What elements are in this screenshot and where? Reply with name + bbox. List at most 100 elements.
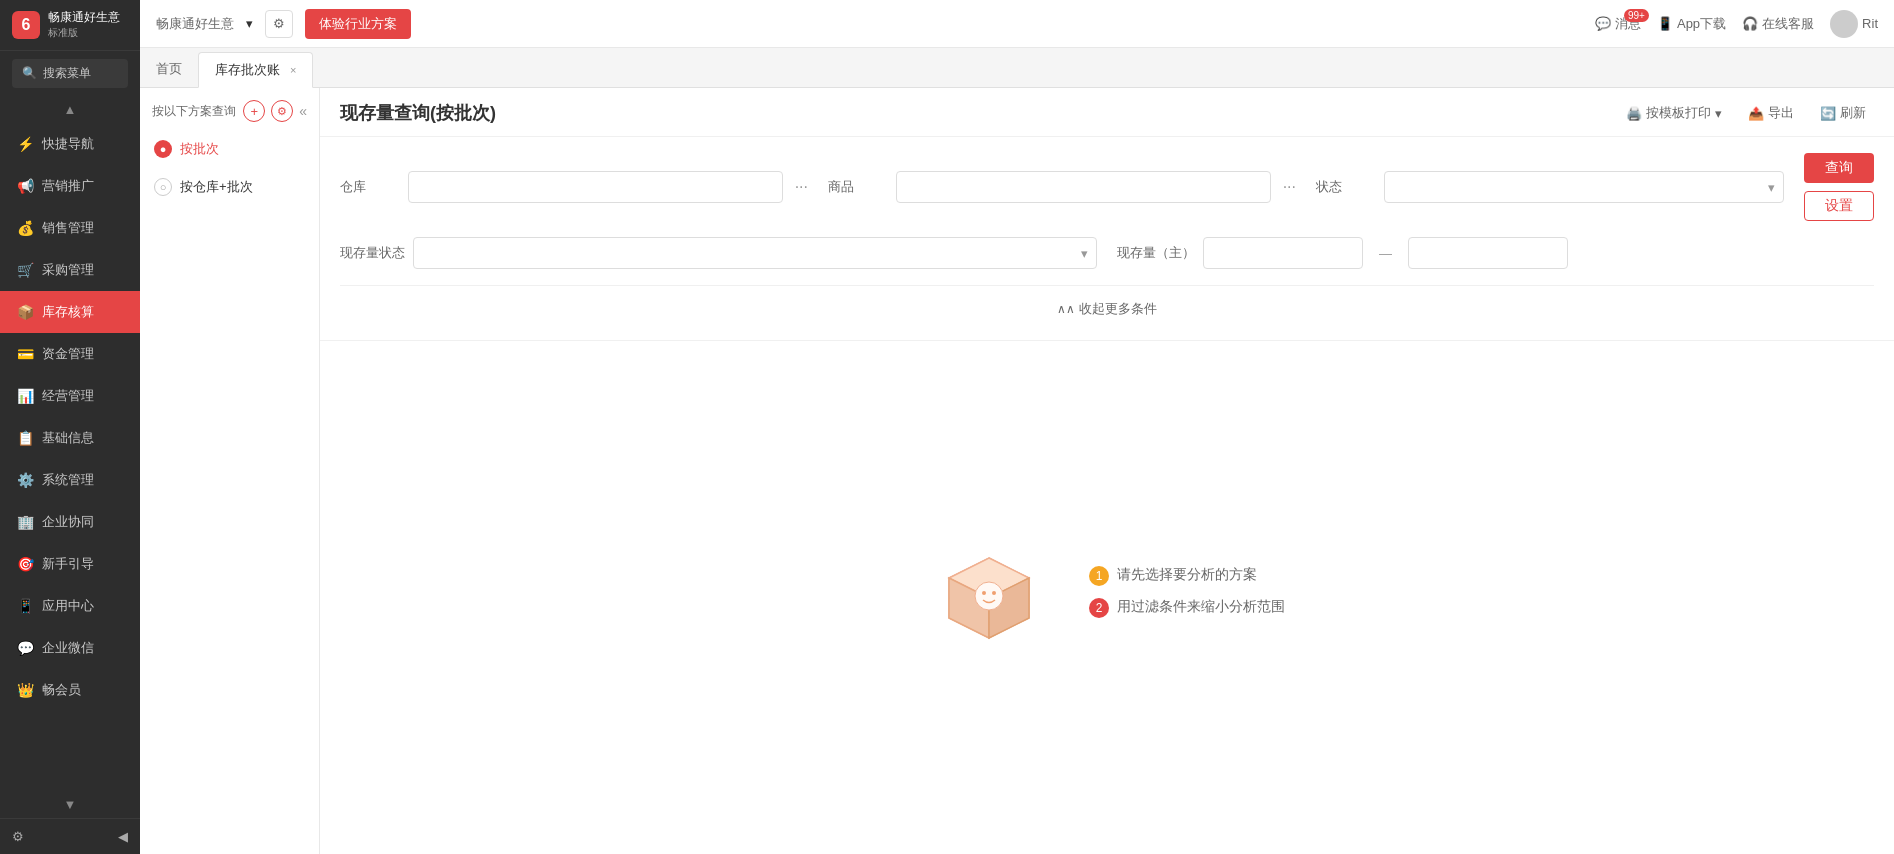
export-button[interactable]: 📤 导出 [1740, 100, 1802, 126]
sidebar-item-system[interactable]: ⚙️ 系统管理 [0, 459, 140, 501]
sidebar-item-operations[interactable]: 📊 经营管理 [0, 375, 140, 417]
print-icon: 🖨️ [1626, 106, 1642, 121]
phone-icon: 📱 [1657, 16, 1673, 31]
page-header: 现存量查询(按批次) 🖨️ 按模板打印 ▾ 📤 导出 🔄 [320, 88, 1894, 137]
collapse-arrows-icon: ∧∧ [1057, 302, 1075, 316]
left-panel: 按以下方案查询 + ⚙ « [140, 88, 320, 854]
sidebar-scroll-down[interactable]: ▼ [0, 793, 140, 816]
filter-row-1: 仓库 ··· 商品 ··· 状态 [340, 153, 1874, 221]
sidebar-nav: ⚡ 快捷导航 📢 营销推广 💰 销售管理 🛒 采购管理 📦 库存核算 💳 [0, 123, 140, 791]
sidebar-item-wechat[interactable]: 💬 企业微信 [0, 627, 140, 669]
main-area: 畅康通好生意 ▾ ⚙ 体验行业方案 💬 消息 99+ 📱 App下载 [140, 0, 1894, 854]
tab-inventory-batch[interactable]: 库存批次账 × [198, 52, 313, 88]
refresh-label: 刷新 [1840, 104, 1866, 122]
svg-point-6 [992, 591, 996, 595]
left-panel-header: 按以下方案查询 + ⚙ « [140, 88, 319, 130]
empty-tips: 1 请先选择要分析的方案 2 用过滤条件来缩小分析范围 [1089, 566, 1285, 630]
sidebar-item-sales[interactable]: 💰 销售管理 [0, 207, 140, 249]
print-template-button[interactable]: 🖨️ 按模板打印 ▾ [1618, 100, 1730, 126]
sidebar-item-enterprise[interactable]: 🏢 企业协同 [0, 501, 140, 543]
scheme-item-by-warehouse-batch[interactable]: ○ 按仓库+批次 [140, 168, 319, 206]
sidebar-footer: ⚙ ◀ [0, 818, 140, 854]
app-download-button[interactable]: 📱 App下载 [1657, 15, 1726, 33]
settings-icon: ⚙ [277, 105, 287, 118]
headset-icon: 🎧 [1742, 16, 1758, 31]
sidebar-item-basics[interactable]: 📋 基础信息 [0, 417, 140, 459]
user-avatar [1830, 10, 1858, 38]
query-button[interactable]: 查询 [1804, 153, 1874, 183]
left-panel-title: 按以下方案查询 [152, 103, 236, 120]
user-avatar-button[interactable]: Rit [1830, 10, 1878, 38]
sidebar-item-purchase[interactable]: 🛒 采购管理 [0, 249, 140, 291]
product-more-dots[interactable]: ··· [1283, 178, 1296, 196]
tab-home[interactable]: 首页 [140, 51, 198, 87]
sidebar-item-marketing[interactable]: 📢 营销推广 [0, 165, 140, 207]
tip-text-2: 用过滤条件来缩小分析范围 [1117, 598, 1285, 616]
sidebar-item-label: 基础信息 [42, 429, 94, 447]
sidebar-item-label: 快捷导航 [42, 135, 94, 153]
messages-button[interactable]: 💬 消息 99+ [1595, 15, 1641, 33]
collapse-panel-button[interactable]: « [299, 103, 307, 119]
settings-scheme-button[interactable]: ⚙ [271, 100, 293, 122]
online-service-label: 在线客服 [1762, 15, 1814, 33]
inventory-qty-max-input[interactable] [1408, 237, 1568, 269]
inventory-qty-min-input[interactable] [1203, 237, 1363, 269]
search-menu-button[interactable]: 🔍 搜索菜单 [12, 59, 128, 88]
topbar-gear-button[interactable]: ⚙ [265, 10, 293, 38]
sidebar-item-label: 企业协同 [42, 513, 94, 531]
empty-tip-2: 2 用过滤条件来缩小分析范围 [1089, 598, 1285, 618]
empty-tip-1: 1 请先选择要分析的方案 [1089, 566, 1285, 586]
left-panel-items: ● 按批次 ○ 按仓库+批次 [140, 130, 319, 854]
page-header-actions: 🖨️ 按模板打印 ▾ 📤 导出 🔄 刷新 [1618, 100, 1874, 126]
sidebar-scroll-up[interactable]: ▲ [0, 98, 140, 121]
status-filter-select[interactable]: ▾ [1384, 171, 1784, 203]
print-dropdown-icon: ▾ [1715, 106, 1722, 121]
basics-icon: 📋 [16, 429, 34, 447]
sidebar-item-newbie[interactable]: 🎯 新手引导 [0, 543, 140, 585]
tab-close-icon[interactable]: × [290, 64, 296, 76]
tab-inventory-batch-label: 库存批次账 [215, 61, 280, 79]
product-filter-group: 商品 ··· [828, 171, 1296, 203]
online-service-button[interactable]: 🎧 在线客服 [1742, 15, 1814, 33]
sidebar-item-label: 畅会员 [42, 681, 81, 699]
product-filter-input[interactable] [896, 171, 1271, 203]
sidebar-settings-button[interactable]: ⚙ [12, 829, 24, 844]
status-filter-label: 状态 [1316, 178, 1376, 196]
topbar-dropdown[interactable]: ▾ [246, 16, 253, 31]
wechat-icon: 💬 [16, 639, 34, 657]
refresh-button[interactable]: 🔄 刷新 [1812, 100, 1874, 126]
filter-area: 仓库 ··· 商品 ··· 状态 [320, 137, 1894, 341]
scheme-item-label: 按仓库+批次 [180, 178, 253, 196]
settings-button[interactable]: 设置 [1804, 191, 1874, 221]
left-panel-actions: + ⚙ [243, 100, 293, 122]
inventory-status-arrow: ▾ [1081, 246, 1088, 261]
sidebar-search-area: 🔍 搜索菜单 [0, 51, 140, 96]
export-icon: 📤 [1748, 106, 1764, 121]
empty-state-icon [929, 538, 1049, 658]
warehouse-filter-input[interactable] [408, 171, 783, 203]
sidebar-item-quick-nav[interactable]: ⚡ 快捷导航 [0, 123, 140, 165]
inventory-qty-filter-group: 现存量（主） — [1117, 237, 1874, 269]
operations-icon: 📊 [16, 387, 34, 405]
sidebar-collapse-button[interactable]: ◀ [118, 829, 128, 844]
inventory-status-label: 现存量状态 [340, 244, 405, 262]
sidebar-item-inventory[interactable]: 📦 库存核算 [0, 291, 140, 333]
dropdown-arrow-icon: ▾ [246, 16, 253, 31]
inventory-status-select[interactable]: ▾ [413, 237, 1097, 269]
warehouse-more-dots[interactable]: ··· [795, 178, 808, 196]
sidebar-item-app-center[interactable]: 📱 应用中心 [0, 585, 140, 627]
plus-icon: + [250, 104, 258, 119]
scheme-item-by-batch[interactable]: ● 按批次 [140, 130, 319, 168]
scheme-active-icon: ● [154, 140, 172, 158]
search-icon: 🔍 [22, 66, 37, 80]
filter-row-2: 现存量状态 ▾ 现存量（主） — [340, 237, 1874, 269]
add-scheme-button[interactable]: + [243, 100, 265, 122]
experience-industry-button[interactable]: 体验行业方案 [305, 9, 411, 39]
sidebar-item-label: 营销推广 [42, 177, 94, 195]
newbie-icon: 🎯 [16, 555, 34, 573]
collapse-more-conditions-button[interactable]: ∧∧ 收起更多条件 [340, 294, 1874, 324]
sidebar-item-member[interactable]: 👑 畅会员 [0, 669, 140, 711]
svg-point-4 [975, 582, 1003, 610]
tabs-bar: 首页 库存批次账 × [140, 48, 1894, 88]
sidebar-item-finance[interactable]: 💳 资金管理 [0, 333, 140, 375]
